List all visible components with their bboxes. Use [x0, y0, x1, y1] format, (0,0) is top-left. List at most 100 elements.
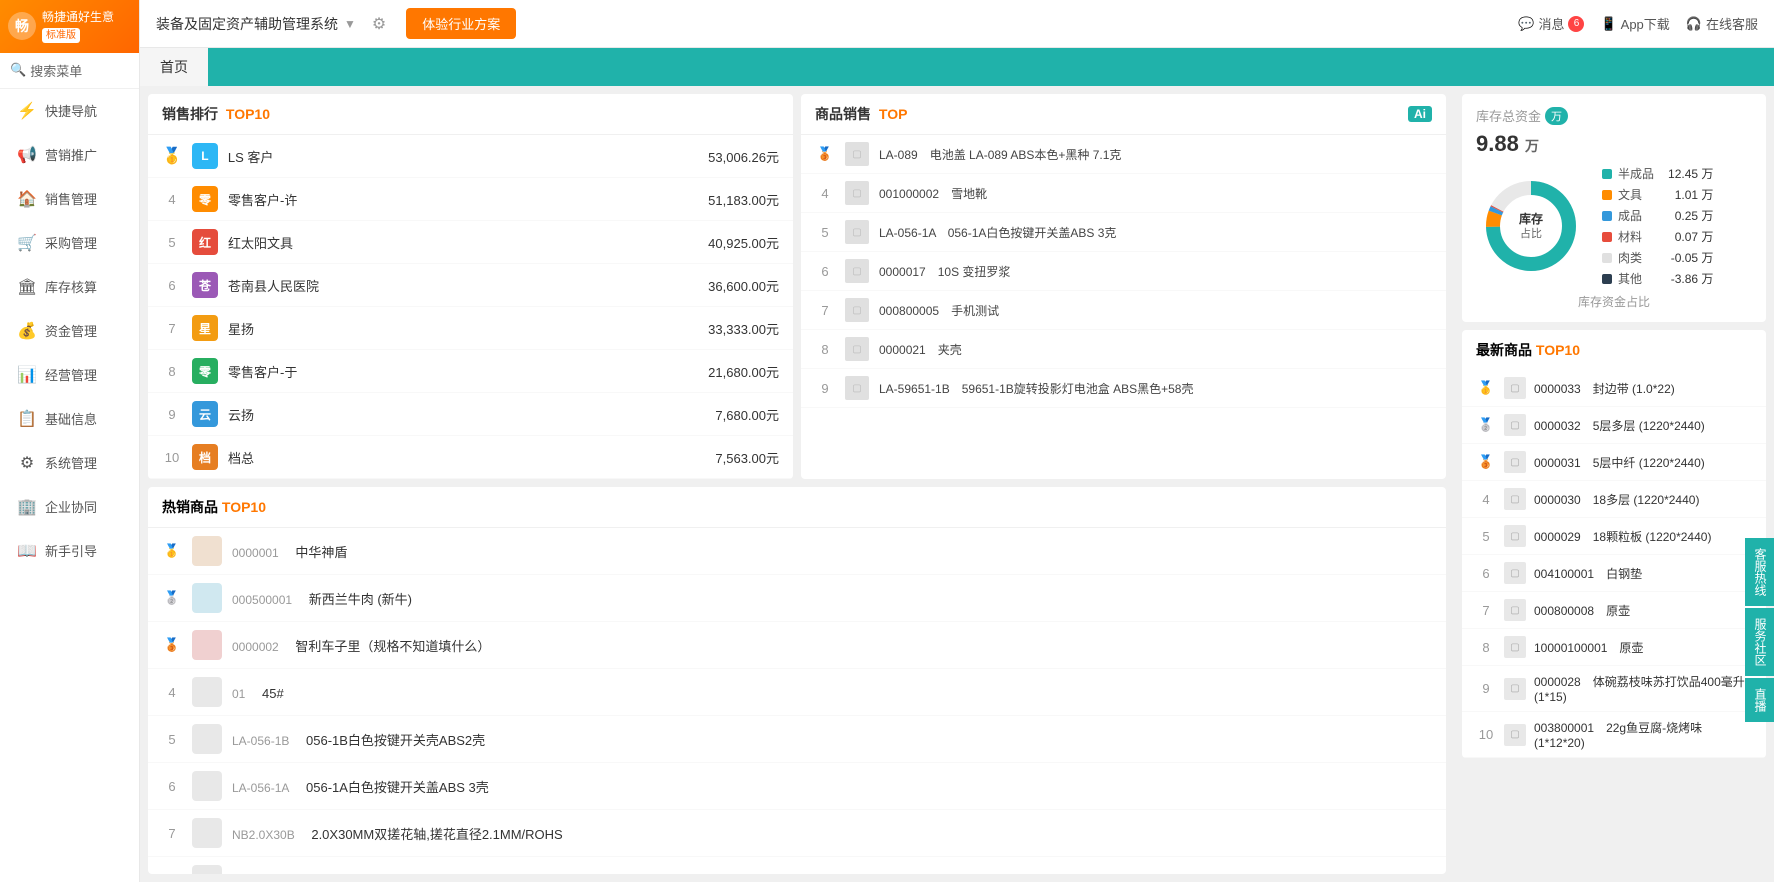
trial-button[interactable]: 体验行业方案 — [406, 8, 516, 39]
legend-item: 文具 1.01 万 — [1602, 186, 1713, 203]
topbar-right: 💬 消息 6 📱 App下载 🎧 在线客服 — [1518, 14, 1758, 33]
legend-item: 半成品 12.45 万 — [1602, 165, 1713, 182]
product-img: ▢ — [1504, 636, 1526, 658]
system-icon: ⚙ — [17, 453, 37, 473]
product-img: ▢ — [1504, 678, 1526, 700]
sidebar-item-base[interactable]: 📋 基础信息 — [0, 397, 139, 441]
customer-name: 苍南县人民医院 — [228, 276, 698, 295]
community-button[interactable]: 服务社区 — [1745, 608, 1774, 676]
avatar: 档 — [192, 444, 218, 470]
avatar: 零 — [192, 186, 218, 212]
list-item: 5 LA-056-1B 056-1B白色按键开关壳ABS2壳 — [148, 716, 1446, 763]
product-name: 0000029 18颗粒板 (1220*2440) — [1534, 528, 1752, 545]
avatar: 零 — [192, 358, 218, 384]
legend-dot — [1602, 211, 1612, 221]
online-service-button[interactable]: 🎧 在线客服 — [1686, 14, 1758, 33]
legend-dot — [1602, 274, 1612, 284]
list-item: 4 01 45# — [148, 669, 1446, 716]
list-item: 🥇 L LS 客户 53,006.26元 — [148, 135, 793, 178]
product-info: LA-056-1B 056-1B白色按键开关壳ABS2壳 — [232, 730, 1432, 749]
legend-dot — [1602, 190, 1612, 200]
product-name: 004100001 白钢垫 — [1534, 565, 1752, 582]
stock-badge: 万 — [1545, 107, 1568, 125]
rank-number: 8 — [1476, 640, 1496, 655]
rank-number: 8 — [815, 342, 835, 357]
customer-name: 红太阳文具 — [228, 233, 698, 252]
customer-name: 星扬 — [228, 319, 698, 338]
rank-number: 🥉 — [162, 637, 182, 653]
rank-number: 4 — [162, 192, 182, 207]
stock-chart: 库存 占比 半成品 12.45 万 文具 1.01 万 — [1476, 165, 1752, 287]
rank-number: 5 — [162, 732, 182, 747]
list-item: 8 ▢ 10000100001 原壶 — [1462, 629, 1766, 666]
product-thumbnail — [192, 865, 222, 874]
sidebar-item-purchase[interactable]: 🛒 采购管理 — [0, 221, 139, 265]
product-img: ▢ — [1504, 525, 1526, 547]
list-item: 9 ▢ 0000028 体碗荔枝味苏打饮品400毫升 (1*15) — [1462, 666, 1766, 712]
product-thumbnail — [192, 818, 222, 848]
product-name: 10000100001 原壶 — [1534, 639, 1752, 656]
message-button[interactable]: 💬 消息 6 — [1518, 14, 1584, 33]
tabbar: 首页 — [140, 48, 1774, 86]
new-products-header: 最新商品 TOP10 — [1462, 330, 1766, 370]
product-img: ▢ — [1504, 414, 1526, 436]
customer-amount: 53,006.26元 — [708, 147, 779, 166]
sidebar-item-sales[interactable]: 🏠 销售管理 — [0, 177, 139, 221]
rank-number: 4 — [162, 685, 182, 700]
list-item: 🥉 0000002 智利车子里（规格不知道填什么） — [148, 622, 1446, 669]
legend-item: 成品 0.25 万 — [1602, 207, 1713, 224]
search-icon: 🔍 — [10, 62, 26, 78]
hot-products-panel: 热销商品 TOP10 🥇 0000001 中华神盾 🥈 — [148, 487, 1446, 874]
product-sales-list: 🥉 ▢ LA-089 电池盖 LA-089 ABS本色+黑种 7.1克 4 ▢ … — [801, 135, 1446, 408]
avatar: 云 — [192, 401, 218, 427]
rank-number: 9 — [1476, 681, 1496, 696]
customer-name: 档总 — [228, 448, 705, 467]
sidebar-item-finance[interactable]: 💰 资金管理 — [0, 309, 139, 353]
stock-icon: 🏛 — [17, 277, 37, 297]
app-logo: 畅 畅捷通好生意 标准版 — [0, 0, 139, 53]
legend-item: 材料 0.07 万 — [1602, 228, 1713, 245]
customer-ranking-title: 销售排行 TOP10 — [162, 104, 270, 124]
sidebar-item-system[interactable]: ⚙ 系统管理 — [0, 441, 139, 485]
sidebar-item-quicknav[interactable]: ⚡ 快捷导航 — [0, 89, 139, 133]
list-item: 9 云 云扬 7,680.00元 — [148, 393, 793, 436]
base-icon: 📋 — [17, 409, 37, 429]
list-item: 4 ▢ 001000002 雪地靴 — [801, 174, 1446, 213]
new-products-panel: 最新商品 TOP10 🥇 ▢ 0000033 封边带 (1.0*22) 🥈 ▢ … — [1462, 330, 1766, 758]
avatar: 苍 — [192, 272, 218, 298]
main-area: 装备及固定资产辅助管理系统 ▼ ⚙ 体验行业方案 💬 消息 6 📱 App下载 … — [140, 0, 1774, 882]
system-name[interactable]: 装备及固定资产辅助管理系统 ▼ — [156, 14, 356, 34]
search-menu-item[interactable]: 🔍 搜索菜单 — [0, 53, 139, 89]
headset-icon: 🎧 — [1686, 16, 1702, 32]
sidebar-item-enterprise[interactable]: 🏢 企业协同 — [0, 485, 139, 529]
customer-name: 零售客户-于 — [228, 362, 698, 381]
live-button[interactable]: 直播 — [1745, 678, 1774, 722]
legend-dot — [1602, 232, 1612, 242]
tab-home[interactable]: 首页 — [140, 48, 208, 86]
sidebar-item-guide[interactable]: 📖 新手引导 — [0, 529, 139, 573]
customer-service-button[interactable]: 客服热线 — [1745, 538, 1774, 606]
legend-item: 肉类 -0.05 万 — [1602, 249, 1713, 266]
customer-ranking-list: 🥇 L LS 客户 53,006.26元 4 零 零售客户-许 51,183.0… — [148, 135, 793, 479]
rank-number: 🥈 — [162, 590, 182, 606]
rank-number: 9 — [162, 407, 182, 422]
list-item: 7 NB2.0X30B 2.0X30MM双搓花轴,搓花直径2.1MM/ROHS — [148, 810, 1446, 857]
list-item: 6 苍 苍南县人民医院 36,600.00元 — [148, 264, 793, 307]
sidebar-item-operations[interactable]: 📊 经营管理 — [0, 353, 139, 397]
rank-number: 6 — [815, 264, 835, 279]
sidebar-item-marketing[interactable]: 📢 营销推广 — [0, 133, 139, 177]
sidebar-item-stock[interactable]: 🏛 库存核算 — [0, 265, 139, 309]
search-menu-button[interactable]: 🔍 搜索菜单 — [10, 61, 82, 80]
product-name: 003800001 22g鱼豆腐-烧烤味 (1*12*20) — [1534, 719, 1752, 750]
product-name: LA-59651-1B 59651-1B旋转投影灯电池盒 ABS黑色+58壳 — [879, 380, 1432, 397]
settings-icon[interactable]: ⚙ — [372, 14, 386, 34]
topbar: 装备及固定资产辅助管理系统 ▼ ⚙ 体验行业方案 💬 消息 6 📱 App下载 … — [140, 0, 1774, 48]
rank-number: 🥉 — [1476, 454, 1496, 470]
rank-number: 5 — [1476, 529, 1496, 544]
quicknav-icon: ⚡ — [17, 101, 37, 121]
svg-text:占比: 占比 — [1520, 226, 1542, 240]
list-item: 4 ▢ 0000030 18多层 (1220*2440) — [1462, 481, 1766, 518]
avatar: L — [192, 143, 218, 169]
list-item: 🥇 ▢ 0000033 封边带 (1.0*22) — [1462, 370, 1766, 407]
app-download-button[interactable]: 📱 App下载 — [1600, 14, 1669, 33]
